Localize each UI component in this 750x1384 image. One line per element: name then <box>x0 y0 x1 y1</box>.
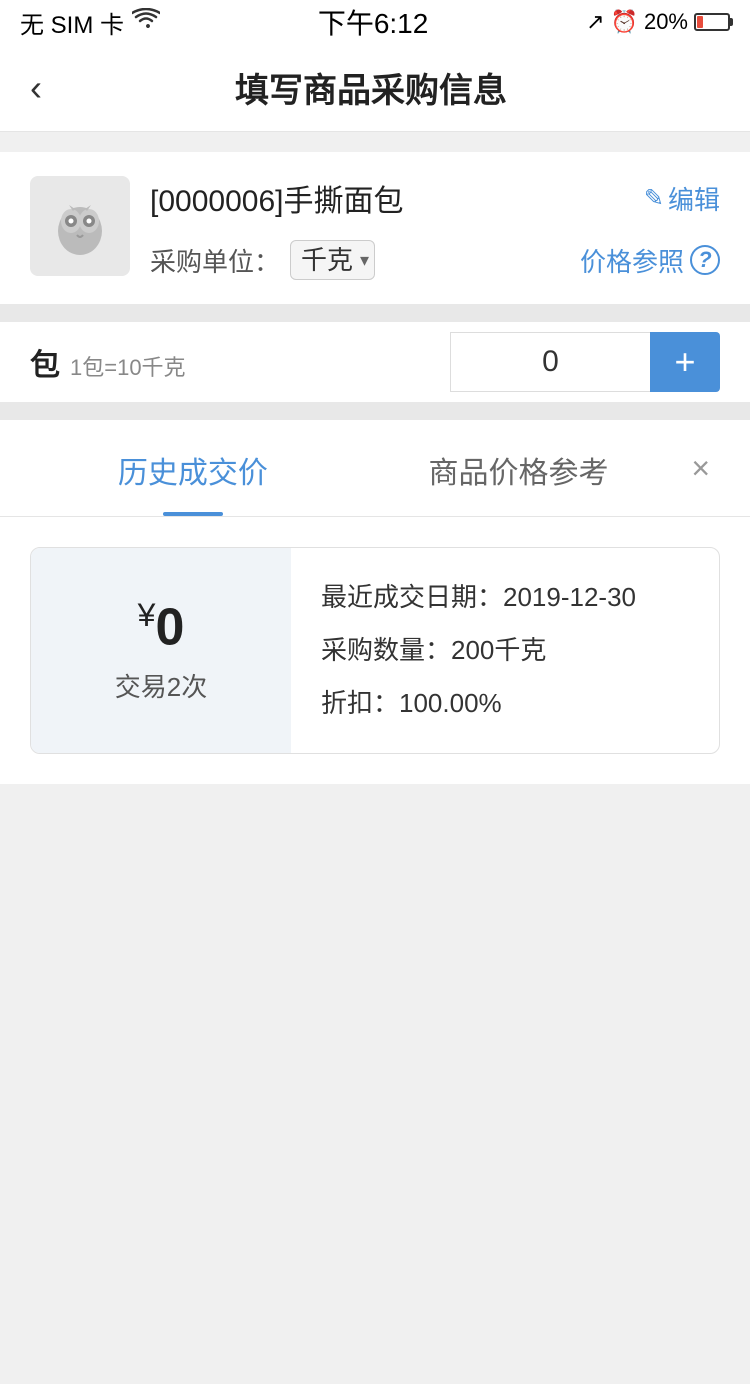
product-unit-row: 采购单位： 千克 价格参照 ? <box>150 240 720 280</box>
quantity-plus-button[interactable]: + <box>650 332 720 392</box>
edit-icon: ✎ <box>644 184 664 213</box>
quantity-label-group: 包 1包=10千克 <box>30 340 450 384</box>
section-divider-2 <box>0 402 750 420</box>
product-name-row: [0000006]手撕面包 ✎ 编辑 <box>150 176 720 220</box>
back-button[interactable]: ‹ <box>30 70 42 106</box>
price-symbol: ¥ <box>138 597 156 633</box>
quantity-row: 包 1包=10千克 + <box>0 322 750 402</box>
price-value: 0 <box>155 598 184 656</box>
price-ref-button[interactable]: 价格参照 ? <box>580 242 720 279</box>
discount-label: 折扣： <box>321 688 399 718</box>
purchase-qty-value: 200千克 <box>451 635 546 665</box>
tab-price-reference[interactable]: 商品价格参考 <box>356 420 682 516</box>
status-right: ↗ ⏰ 20% <box>586 9 730 35</box>
help-icon: ? <box>690 245 720 275</box>
card-price-section: ¥0 交易2次 <box>31 548 291 753</box>
quantity-input[interactable] <box>450 332 650 392</box>
tab-history-price[interactable]: 历史成交价 <box>30 420 356 516</box>
recent-date-value: 2019-12-30 <box>503 582 636 612</box>
edit-label: 编辑 <box>668 180 720 217</box>
carrier-text: 无 SIM 卡 <box>20 5 124 40</box>
recent-date-label: 最近成交日期： <box>321 582 503 612</box>
alarm-icon: ⏰ <box>611 9 638 35</box>
recent-date-row: 最近成交日期：2019-12-30 <box>321 578 689 617</box>
battery-percent: 20% <box>644 9 688 35</box>
discount-row: 折扣：100.00% <box>321 684 689 723</box>
status-bar: 无 SIM 卡 下午6:12 ↗ ⏰ 20% <box>0 0 750 44</box>
discount-value: 100.00% <box>399 688 502 718</box>
trade-count: 交易2次 <box>115 667 207 704</box>
product-info: [0000006]手撕面包 ✎ 编辑 采购单位： 千克 价格参照 <box>150 176 720 280</box>
product-header: [0000006]手撕面包 ✎ 编辑 采购单位： 千克 价格参照 <box>30 176 720 280</box>
history-content: ¥0 交易2次 最近成交日期：2019-12-30 采购数量：200千克 折扣：… <box>0 517 750 784</box>
unit-label: 采购单位： <box>150 242 280 279</box>
status-carrier: 无 SIM 卡 <box>20 5 160 40</box>
edit-button[interactable]: ✎ 编辑 <box>644 180 720 217</box>
purchase-qty-label: 采购数量： <box>321 635 451 665</box>
tabs-header: 历史成交价 商品价格参考 × <box>0 420 750 517</box>
card-price-display: ¥0 <box>138 597 185 657</box>
footer-area <box>0 784 750 1384</box>
product-name: [0000006]手撕面包 <box>150 176 403 220</box>
tab-history-label: 历史成交价 <box>118 457 268 490</box>
product-section: [0000006]手撕面包 ✎ 编辑 采购单位： 千克 价格参照 <box>0 152 750 304</box>
product-thumbnail <box>30 176 130 276</box>
unit-selector-group: 采购单位： 千克 <box>150 240 375 280</box>
quantity-conversion: 1包=10千克 <box>70 350 186 382</box>
price-ref-label: 价格参照 <box>580 242 684 279</box>
tab-price-ref-label: 商品价格参考 <box>428 457 608 490</box>
unit-select-wrapper[interactable]: 千克 <box>290 240 375 280</box>
status-time: 下午6:12 <box>318 2 429 42</box>
purchase-qty-row: 采购数量：200千克 <box>321 631 689 670</box>
unit-select[interactable]: 千克 <box>290 240 375 280</box>
tab-close-button[interactable]: × <box>681 442 720 494</box>
card-details-section: 最近成交日期：2019-12-30 采购数量：200千克 折扣：100.00% <box>291 548 719 753</box>
quantity-unit-name: 包 <box>30 340 60 384</box>
wifi-icon <box>132 8 160 37</box>
quantity-input-group: + <box>450 332 720 392</box>
location-icon: ↗ <box>586 9 604 35</box>
history-card: ¥0 交易2次 最近成交日期：2019-12-30 采购数量：200千克 折扣：… <box>30 547 720 754</box>
nav-bar: ‹ 填写商品采购信息 <box>0 44 750 132</box>
battery-icon <box>694 13 730 31</box>
tabs-section: 历史成交价 商品价格参考 × ¥0 交易2次 最近成交日期：2019-12-30… <box>0 420 750 784</box>
section-divider <box>0 304 750 322</box>
page-title: 填写商品采购信息 <box>62 63 680 112</box>
